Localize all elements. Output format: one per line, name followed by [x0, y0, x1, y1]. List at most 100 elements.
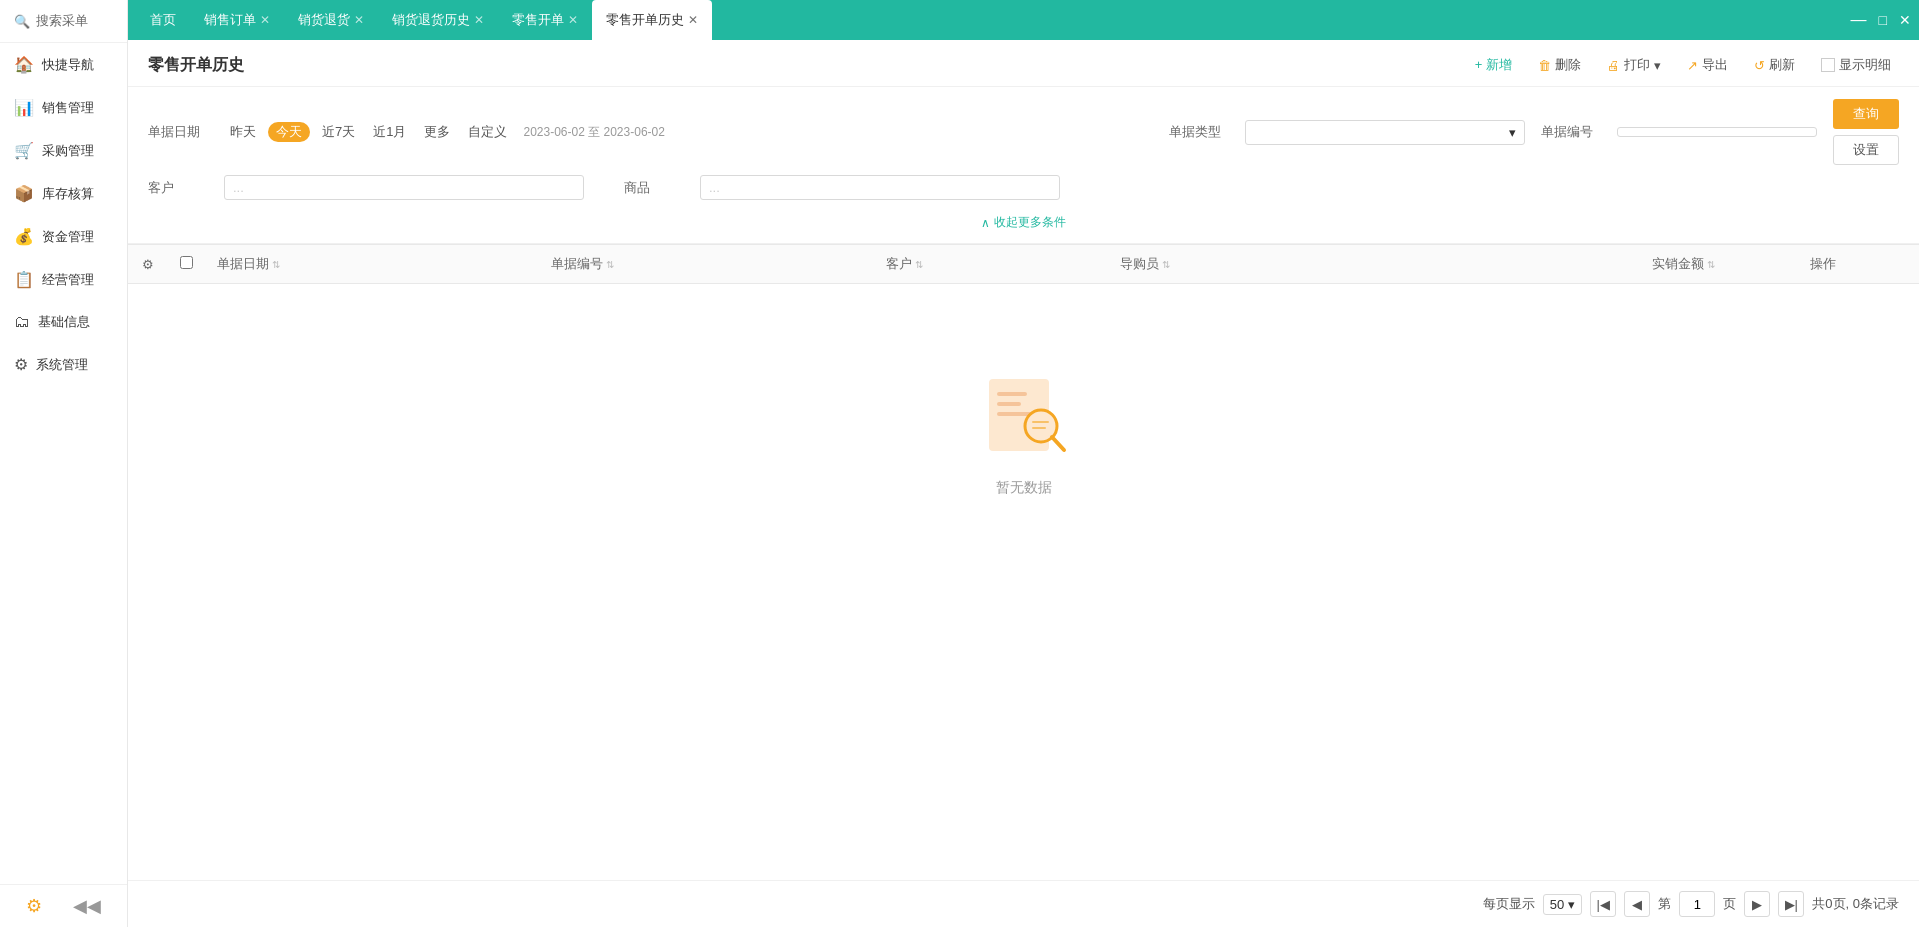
- sidebar: 🔍 搜索采单 🏠 快捷导航 📊 销售管理 🛒 采购管理 📦 库存核算 💰 资金管…: [0, 0, 128, 927]
- col-number-label: 单据编号: [551, 255, 603, 273]
- export-btn-label: 导出: [1702, 56, 1728, 74]
- date-opt-1month[interactable]: 近1月: [367, 121, 412, 143]
- date-opt-custom[interactable]: 自定义: [462, 121, 513, 143]
- select-all-checkbox[interactable]: [180, 256, 193, 269]
- sidebar-item-label: 资金管理: [42, 228, 94, 246]
- data-table: ⚙ 单据日期 ⇅ 单据编号: [128, 244, 1919, 577]
- window-minimize-btn[interactable]: —: [1851, 11, 1867, 29]
- table-header-row: ⚙ 单据日期 ⇅ 单据编号: [128, 245, 1919, 284]
- date-opt-today[interactable]: 今天: [268, 122, 310, 142]
- goods-input[interactable]: ...: [700, 175, 1060, 200]
- delete-button[interactable]: 🗑 删除: [1530, 52, 1589, 78]
- display-detail-toggle[interactable]: 显示明细: [1813, 52, 1899, 78]
- doc-number-input[interactable]: [1617, 127, 1817, 137]
- sidebar-item-finance[interactable]: 💰 资金管理: [0, 215, 127, 258]
- table-area: ⚙ 单据日期 ⇅ 单据编号: [128, 244, 1919, 880]
- date-opt-more[interactable]: 更多: [418, 121, 456, 143]
- sidebar-item-label: 销售管理: [42, 99, 94, 117]
- date-label: 单据日期: [148, 123, 208, 141]
- prev-page-btn[interactable]: ◀: [1624, 891, 1650, 917]
- sidebar-item-label: 快捷导航: [42, 56, 94, 74]
- next-page-btn[interactable]: ▶: [1744, 891, 1770, 917]
- tab-sales-return[interactable]: 销货退货 ✕: [284, 0, 378, 40]
- sidebar-collapse-btn[interactable]: ◀◀: [73, 895, 101, 917]
- sort-icon: ⇅: [1162, 259, 1170, 270]
- col-check[interactable]: [168, 245, 205, 284]
- page-title: 零售开单历史: [148, 55, 244, 76]
- tab-retail-open-close[interactable]: ✕: [568, 13, 578, 27]
- collapse-bar[interactable]: ∧ 收起更多条件: [148, 210, 1899, 231]
- doc-type-dropdown-icon: ▾: [1509, 125, 1516, 140]
- sidebar-search-label: 搜索采单: [36, 12, 88, 30]
- window-maximize-btn[interactable]: □: [1879, 12, 1887, 28]
- date-opt-7days[interactable]: 近7天: [316, 121, 361, 143]
- sidebar-item-system-mgmt[interactable]: ⚙ 系统管理: [0, 343, 127, 386]
- sidebar-item-inventory[interactable]: 📦 库存核算: [0, 172, 127, 215]
- doc-type-select[interactable]: ▾: [1245, 120, 1525, 145]
- col-actions: 操作: [1727, 245, 1919, 284]
- collapse-label: 收起更多条件: [994, 214, 1066, 231]
- refresh-button[interactable]: ↺ 刷新: [1746, 52, 1803, 78]
- col-customer[interactable]: 客户 ⇅: [874, 245, 1108, 284]
- per-page-select[interactable]: 50 ▾: [1543, 894, 1582, 915]
- table-body: 暂无数据: [128, 284, 1919, 578]
- sidebar-item-sales-mgmt[interactable]: 📊 销售管理: [0, 86, 127, 129]
- checkbox-icon: [1821, 58, 1835, 72]
- filter-row-2: 客户 ... 商品 ...: [148, 175, 1899, 200]
- print-dropdown-icon: ▾: [1654, 58, 1661, 73]
- print-icon: 🖨: [1607, 58, 1620, 73]
- query-button[interactable]: 查询: [1833, 99, 1899, 129]
- print-button[interactable]: 🖨 打印 ▾: [1599, 52, 1669, 78]
- new-button[interactable]: + 新增: [1467, 52, 1520, 78]
- sidebar-item-operation[interactable]: 📋 经营管理: [0, 258, 127, 301]
- col-number[interactable]: 单据编号 ⇅: [539, 245, 873, 284]
- page-number-input[interactable]: [1679, 891, 1715, 917]
- sidebar-settings-btn[interactable]: ⚙: [26, 895, 42, 917]
- svg-line-5: [1052, 437, 1064, 450]
- col-actions-label: 操作: [1810, 256, 1836, 271]
- tab-sales-return-history[interactable]: 销货退货历史 ✕: [378, 0, 498, 40]
- tab-retail-open-history[interactable]: 零售开单历史 ✕: [592, 0, 712, 40]
- sidebar-item-basic-info[interactable]: 🗂 基础信息: [0, 301, 127, 343]
- sidebar-item-label: 经营管理: [42, 271, 94, 289]
- sidebar-item-quick-nav[interactable]: 🏠 快捷导航: [0, 43, 127, 86]
- page-header: 零售开单历史 + 新增 🗑 删除 🖨 打印 ▾ ↗ 导出: [128, 40, 1919, 87]
- col-guide-label: 导购员: [1120, 255, 1159, 273]
- per-page-value: 50: [1550, 897, 1564, 912]
- date-opt-yesterday[interactable]: 昨天: [224, 121, 262, 143]
- settings-button[interactable]: 设置: [1833, 135, 1899, 165]
- empty-row: 暂无数据: [128, 284, 1919, 578]
- content-area: 零售开单历史 + 新增 🗑 删除 🖨 打印 ▾ ↗ 导出: [128, 40, 1919, 927]
- sort-icon: ⇅: [915, 259, 923, 270]
- tab-sales-return-history-close[interactable]: ✕: [474, 13, 484, 27]
- tab-bar-controls: — □ ✕: [1851, 11, 1911, 29]
- page-label-2: 页: [1723, 895, 1736, 913]
- last-page-btn[interactable]: ▶|: [1778, 891, 1804, 917]
- total-info: 共0页, 0条记录: [1812, 895, 1899, 913]
- col-amount[interactable]: 实销金额 ⇅: [1392, 245, 1726, 284]
- clipboard-icon: 📋: [14, 270, 34, 289]
- sidebar-search[interactable]: 🔍 搜索采单: [0, 0, 127, 43]
- filter-area: 单据日期 昨天 今天 近7天 近1月 更多 自定义 2023-06-02 至 2…: [128, 87, 1919, 244]
- sidebar-item-purchase-mgmt[interactable]: 🛒 采购管理: [0, 129, 127, 172]
- tab-retail-open[interactable]: 零售开单 ✕: [498, 0, 592, 40]
- delete-btn-label: 删除: [1555, 56, 1581, 74]
- tab-sales-order[interactable]: 销售订单 ✕: [190, 0, 284, 40]
- col-guide[interactable]: 导购员 ⇅: [1108, 245, 1392, 284]
- export-button[interactable]: ↗ 导出: [1679, 52, 1736, 78]
- tab-sales-return-close[interactable]: ✕: [354, 13, 364, 27]
- col-date[interactable]: 单据日期 ⇅: [205, 245, 539, 284]
- customer-input[interactable]: ...: [224, 175, 584, 200]
- customer-dots: ...: [233, 180, 244, 195]
- tab-sales-return-history-label: 销货退货历史: [392, 11, 470, 29]
- tab-sales-order-close[interactable]: ✕: [260, 13, 270, 27]
- window-close-btn[interactable]: ✕: [1899, 12, 1911, 28]
- tab-home[interactable]: 首页: [136, 0, 190, 40]
- doc-type-label: 单据类型: [1169, 123, 1229, 141]
- col-amount-label: 实销金额: [1652, 255, 1704, 273]
- settings-icon: ⚙: [142, 257, 154, 272]
- tab-retail-open-history-close[interactable]: ✕: [688, 13, 698, 27]
- filter-row-1: 单据日期 昨天 今天 近7天 近1月 更多 自定义 2023-06-02 至 2…: [148, 99, 1899, 165]
- first-page-btn[interactable]: |◀: [1590, 891, 1616, 917]
- col-settings[interactable]: ⚙: [128, 245, 168, 284]
